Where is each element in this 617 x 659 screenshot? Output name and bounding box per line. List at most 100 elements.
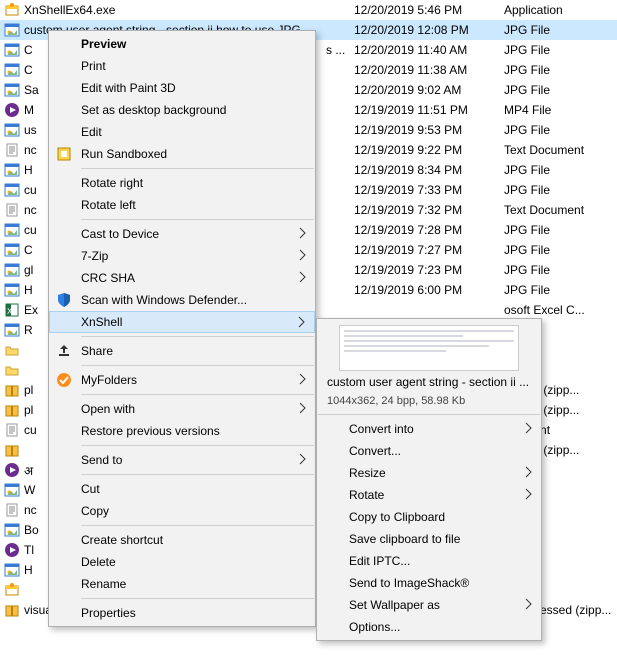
menu-item[interactable]: Create shortcut <box>49 529 315 551</box>
file-name-trailing: s ... <box>326 43 354 57</box>
jpg-icon <box>4 222 20 238</box>
jpg-icon <box>4 22 20 38</box>
menu-item-label: Copy <box>81 504 109 518</box>
file-row[interactable]: XnShellEx64.exe12/20/2019 5:46 PMApplica… <box>0 0 617 20</box>
file-date: 12/19/2019 7:33 PM <box>354 183 504 197</box>
menu-separator <box>81 219 314 220</box>
menu-item[interactable]: Print <box>49 55 315 77</box>
chevron-right-icon <box>525 466 533 481</box>
menu-item-label: Scan with Windows Defender... <box>81 293 247 307</box>
menu-item[interactable]: Cut <box>49 478 315 500</box>
mp4-icon <box>4 542 20 558</box>
txt-icon <box>4 142 20 158</box>
menu-item[interactable]: Edit with Paint 3D <box>49 77 315 99</box>
jpg-icon <box>4 522 20 538</box>
jpg-icon <box>4 562 20 578</box>
app-icon <box>4 582 20 598</box>
menu-item-label: Edit <box>81 125 102 139</box>
menu-item[interactable]: Copy <box>49 500 315 522</box>
menu-item-label: Share <box>81 344 113 358</box>
file-date: 12/19/2019 9:53 PM <box>354 123 504 137</box>
file-type: JPG File <box>504 283 617 297</box>
chevron-right-icon <box>299 227 307 242</box>
submenu-item[interactable]: Save clipboard to file <box>317 528 541 550</box>
menu-item[interactable]: Open with <box>49 398 315 420</box>
file-type: JPG File <box>504 43 617 57</box>
menu-item[interactable]: Cast to Device <box>49 223 315 245</box>
menu-item[interactable]: Restore previous versions <box>49 420 315 442</box>
submenu-item[interactable]: Convert... <box>317 440 541 462</box>
jpg-icon <box>4 62 20 78</box>
submenu-item[interactable]: Resize <box>317 462 541 484</box>
menu-item[interactable]: Rotate right <box>49 172 315 194</box>
file-date: 12/19/2019 7:28 PM <box>354 223 504 237</box>
jpg-icon <box>4 322 20 338</box>
submenu-item-label: Set Wallpaper as <box>349 598 440 612</box>
menu-item-label: Rotate left <box>81 198 136 212</box>
menu-separator <box>81 336 314 337</box>
menu-item[interactable]: Preview <box>49 33 315 55</box>
chevron-right-icon <box>298 316 306 331</box>
menu-separator <box>81 445 314 446</box>
submenu-item[interactable]: Set Wallpaper as <box>317 594 541 616</box>
menu-item[interactable]: Scan with Windows Defender... <box>49 289 315 311</box>
menu-item[interactable]: Share <box>49 340 315 362</box>
submenu-item[interactable]: Send to ImageShack® <box>317 572 541 594</box>
menu-item[interactable]: Send to <box>49 449 315 471</box>
file-name: XnShellEx64.exe <box>24 3 354 17</box>
file-date: 12/20/2019 11:38 AM <box>354 63 504 77</box>
file-type: JPG File <box>504 183 617 197</box>
menu-item[interactable]: Run Sandboxed <box>49 143 315 165</box>
menu-item-label: Print <box>81 59 106 73</box>
chevron-right-icon <box>299 402 307 417</box>
submenu-item[interactable]: Options... <box>317 616 541 638</box>
submenu-item[interactable]: Copy to Clipboard <box>317 506 541 528</box>
menu-item-label: Cut <box>81 482 100 496</box>
zip-icon <box>4 442 20 458</box>
menu-item[interactable]: Rename <box>49 573 315 595</box>
menu-item[interactable]: CRC SHA <box>49 267 315 289</box>
menu-item[interactable]: MyFolders <box>49 369 315 391</box>
menu-item[interactable]: 7-Zip <box>49 245 315 267</box>
menu-separator <box>81 365 314 366</box>
submenu-item-label: Send to ImageShack® <box>349 576 469 590</box>
share-icon <box>55 342 73 360</box>
xnshell-submenu: custom user agent string - section ii ..… <box>316 318 542 641</box>
menu-item[interactable]: Properties <box>49 602 315 624</box>
menu-item-label: Send to <box>81 453 122 467</box>
menu-item[interactable]: Rotate left <box>49 194 315 216</box>
chevron-right-icon <box>299 271 307 286</box>
file-type: JPG File <box>504 123 617 137</box>
file-date: 12/20/2019 9:02 AM <box>354 83 504 97</box>
menu-item[interactable]: Edit <box>49 121 315 143</box>
zip-icon <box>4 602 20 618</box>
jpg-icon <box>4 282 20 298</box>
submenu-item[interactable]: Convert into <box>317 418 541 440</box>
chevron-right-icon <box>525 598 533 613</box>
submenu-item-label: Save clipboard to file <box>349 532 460 546</box>
jpg-icon <box>4 162 20 178</box>
image-thumbnail <box>339 325 519 371</box>
submenu-item-label: Resize <box>349 466 386 480</box>
zip-icon <box>4 402 20 418</box>
jpg-icon <box>4 242 20 258</box>
folder-icon <box>4 362 20 378</box>
defender-icon <box>55 291 73 309</box>
chevron-right-icon <box>299 249 307 264</box>
menu-item-label: CRC SHA <box>81 271 135 285</box>
menu-item[interactable]: XnShell <box>49 311 315 333</box>
txt-icon <box>4 502 20 518</box>
menu-item[interactable]: Delete <box>49 551 315 573</box>
submenu-item[interactable]: Edit IPTC... <box>317 550 541 572</box>
file-date: 12/19/2019 11:51 PM <box>354 103 504 117</box>
menu-separator <box>81 394 314 395</box>
chevron-right-icon <box>299 453 307 468</box>
submenu-item[interactable]: Rotate <box>317 484 541 506</box>
txt-icon <box>4 202 20 218</box>
submenu-item-label: Edit IPTC... <box>349 554 410 568</box>
chevron-right-icon <box>525 488 533 503</box>
menu-item-label: Rotate right <box>81 176 143 190</box>
file-type: JPG File <box>504 83 617 97</box>
file-type: JPG File <box>504 23 617 37</box>
menu-item[interactable]: Set as desktop background <box>49 99 315 121</box>
